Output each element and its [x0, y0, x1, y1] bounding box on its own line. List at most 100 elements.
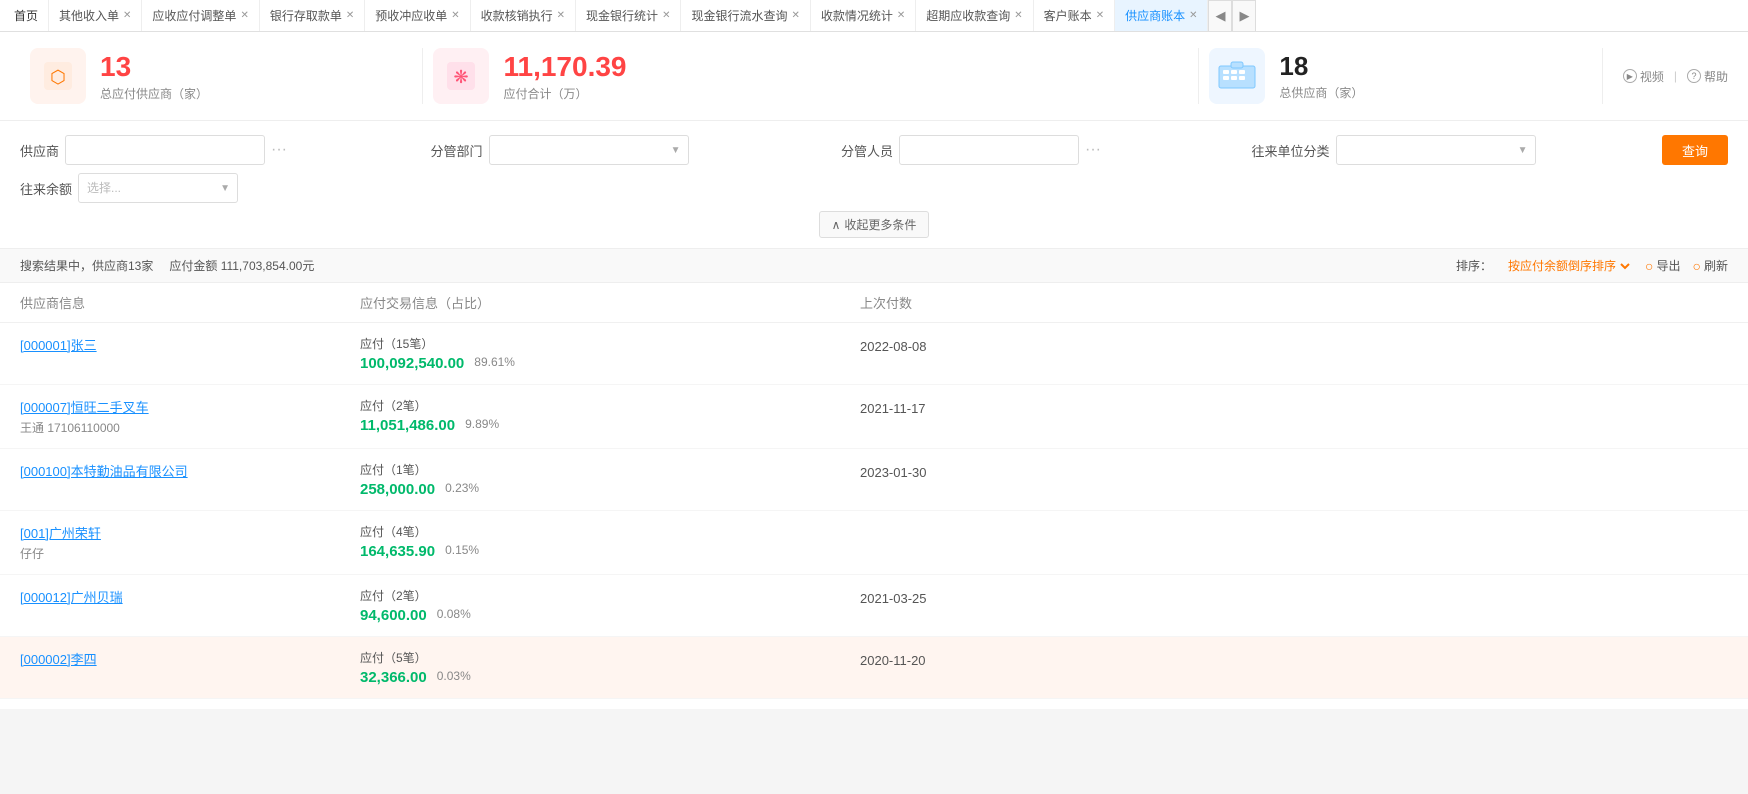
cell-transaction-0: 应付（15笔） 100,092,540.00 89.61% [360, 335, 860, 372]
close-tab5[interactable]: ✕ [557, 10, 565, 21]
tx-row-5: 32,366.00 0.03% [360, 666, 860, 686]
table-body: [000001]张三 应付（15笔） 100,092,540.00 89.61%… [0, 323, 1748, 699]
nav-tab-3[interactable]: 银行存取款单 ✕ [260, 0, 365, 32]
cell-transaction-2: 应付（1笔） 258,000.00 0.23% [360, 461, 860, 498]
person-input[interactable] [899, 135, 1079, 165]
close-tab11[interactable]: ✕ [1189, 10, 1197, 21]
close-tab8[interactable]: ✕ [897, 10, 905, 21]
supplier-input[interactable] [65, 135, 265, 165]
nav-tab-1[interactable]: 其他收入单 ✕ [49, 0, 142, 32]
tx-row-2: 258,000.00 0.23% [360, 478, 860, 498]
tx-label-3: 应付（4笔） [360, 523, 860, 540]
supplier-link-4[interactable]: [000012]广州贝瑞 [20, 590, 123, 605]
category-input[interactable] [1336, 135, 1536, 165]
tx-amount-5: 32,366.00 [360, 669, 427, 686]
supplier-link-0[interactable]: [000001]张三 [20, 338, 97, 353]
sort-label: 排序： [1456, 257, 1492, 274]
close-tab3[interactable]: ✕ [346, 10, 354, 21]
help-circle-icon: ? [1687, 69, 1701, 83]
video-circle-icon: ▶ [1623, 69, 1637, 83]
balance-dropdown[interactable]: ▼ [78, 173, 238, 203]
tx-label-5: 应付（5笔） [360, 649, 860, 666]
tx-pct-5: 0.03% [437, 669, 471, 683]
card1-icon: ⬡ [30, 48, 86, 104]
collapse-button[interactable]: ∧ 收起更多条件 [819, 211, 930, 238]
card3-info: 18 总供应商（家） [1279, 51, 1363, 101]
close-tab2[interactable]: ✕ [240, 10, 248, 21]
tx-row-3: 164,635.90 0.15% [360, 540, 860, 560]
close-tab10[interactable]: ✕ [1096, 10, 1104, 21]
result-bar: 搜索结果中，供应商13家 应付金额 111,703,854.00元 排序： 按应… [0, 249, 1748, 283]
category-filter: 往来单位分类 ▼ [1252, 135, 1651, 165]
supplier-dots-icon[interactable]: ··· [271, 141, 287, 159]
sort-select[interactable]: 按应付余额倒序排序 [1504, 258, 1633, 274]
card3-num: 18 [1279, 51, 1363, 82]
close-tab1[interactable]: ✕ [123, 10, 131, 21]
cell-last-pay-0: 2022-08-08 [860, 335, 1728, 354]
filter-area: 供应商 ··· 分管部门 ▼ 分管人员 ··· 往来单位分类 ▼ 查询 往来 [0, 121, 1748, 249]
tx-pct-2: 0.23% [445, 481, 479, 495]
tab6-label: 现金银行统计 [586, 7, 658, 24]
refresh-button[interactable]: ○ 刷新 [1693, 257, 1728, 274]
table-row: [000007]恒旺二手叉车 王通 17106110000 应付（2笔） 11,… [0, 385, 1748, 449]
nav-tab-9[interactable]: 超期应收款查询 ✕ [916, 0, 1033, 32]
close-tab4[interactable]: ✕ [451, 10, 459, 21]
collapse-arrow-icon: ∧ [832, 218, 841, 232]
close-tab9[interactable]: ✕ [1014, 10, 1022, 21]
table-header: 供应商信息 应付交易信息（占比） 上次付数 [0, 283, 1748, 323]
nav-tab-11[interactable]: 供应商账本 ✕ [1115, 0, 1208, 32]
nav-prev-arrow[interactable]: ◀ [1208, 0, 1232, 32]
tab3-label: 银行存取款单 [270, 7, 342, 24]
nav-tab-6[interactable]: 现金银行统计 ✕ [576, 0, 681, 32]
close-tab7[interactable]: ✕ [791, 10, 799, 21]
nav-tab-7[interactable]: 现金银行流水查询 ✕ [681, 0, 810, 32]
supplier-link-1[interactable]: [000007]恒旺二手叉车 [20, 400, 149, 415]
help-link[interactable]: ? 帮助 [1687, 68, 1728, 85]
col-header-last-pay: 上次付数 [860, 293, 1728, 312]
filter-row-2: 往来余额 ▼ [20, 173, 1728, 203]
video-link[interactable]: ▶ 视频 [1623, 68, 1664, 85]
nav-tab-5[interactable]: 收款核销执行 ✕ [471, 0, 576, 32]
summary-card-2: ❋ 11,170.39 应付合计（万） [423, 48, 1199, 104]
cell-last-pay-5: 2020-11-20 [860, 649, 1728, 668]
nav-tab-4[interactable]: 预收冲应收单 ✕ [365, 0, 470, 32]
category-dropdown[interactable]: ▼ [1336, 135, 1536, 165]
dept-dropdown[interactable]: ▼ [489, 135, 689, 165]
person-filter: 分管人员 ··· [841, 135, 1240, 165]
close-tab6[interactable]: ✕ [662, 10, 670, 21]
tx-label-4: 应付（2笔） [360, 587, 860, 604]
tx-pct-1: 9.89% [465, 417, 499, 431]
supplier-link-5[interactable]: [000002]李四 [20, 652, 97, 667]
supplier-sub-1: 王通 17106110000 [20, 419, 360, 436]
balance-label: 往来余额 [20, 179, 72, 198]
tab10-label: 客户账本 [1044, 7, 1092, 24]
card3-label: 总供应商（家） [1279, 84, 1363, 101]
query-button[interactable]: 查询 [1662, 135, 1728, 165]
supplier-link-3[interactable]: [001]广州荣轩 [20, 526, 101, 541]
tab11-label: 供应商账本 [1125, 7, 1185, 24]
tx-amount-1: 11,051,486.00 [360, 417, 455, 434]
card3-icon [1209, 48, 1265, 104]
category-label: 往来单位分类 [1252, 141, 1330, 160]
dept-label: 分管部门 [431, 141, 483, 160]
nav-tab-10[interactable]: 客户账本 ✕ [1034, 0, 1115, 32]
dept-input[interactable] [489, 135, 689, 165]
col-header-supplier: 供应商信息 [20, 293, 360, 312]
cell-supplier-5: [000002]李四 [20, 649, 360, 668]
summary-bar: ⬡ 13 总应付供应商（家） ❋ 11,170.39 应付合计（万） [0, 32, 1748, 121]
person-dots-icon[interactable]: ··· [1085, 141, 1101, 159]
col-header-transaction: 应付交易信息（占比） [360, 293, 860, 312]
nav-tab-home[interactable]: 首页 [4, 0, 49, 32]
export-button[interactable]: ○ 导出 [1645, 257, 1680, 274]
summary-card-1: ⬡ 13 总应付供应商（家） [20, 48, 423, 104]
nav-tab-8[interactable]: 收款情况统计 ✕ [811, 0, 916, 32]
tx-amount-4: 94,600.00 [360, 607, 427, 624]
table-row: [000012]广州贝瑞 应付（2笔） 94,600.00 0.08% 2021… [0, 575, 1748, 637]
supplier-link-2[interactable]: [000100]本特勤油品有限公司 [20, 464, 188, 479]
nav-next-arrow[interactable]: ▶ [1232, 0, 1256, 32]
tab8-label: 收款情况统计 [821, 7, 893, 24]
tx-amount-3: 164,635.90 [360, 543, 435, 560]
top-nav: 首页 其他收入单 ✕ 应收应付调整单 ✕ 银行存取款单 ✕ 预收冲应收单 ✕ 收… [0, 0, 1748, 32]
balance-input[interactable] [78, 173, 238, 203]
nav-tab-2[interactable]: 应收应付调整单 ✕ [142, 0, 259, 32]
